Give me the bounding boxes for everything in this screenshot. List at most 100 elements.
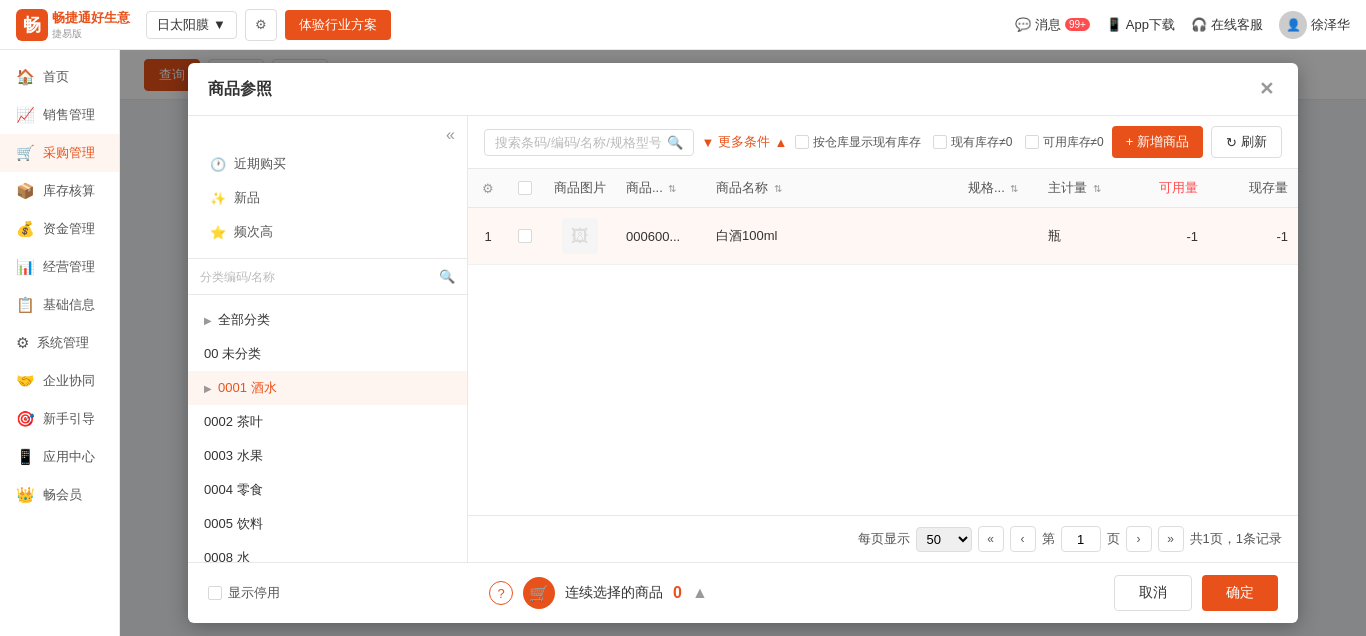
inventory-icon: 📦 [16,182,35,200]
category-search-input[interactable] [200,270,433,284]
nav-selector[interactable]: 日太阳膜 ▼ [146,11,237,39]
category-search-icon[interactable]: 🔍 [439,269,455,284]
prev-page-button[interactable]: ‹ [1010,526,1036,552]
category-0004-snack[interactable]: 0004 零食 [188,473,467,507]
checkbox-avail-ne0[interactable]: 可用库存≠0 [1025,134,1104,151]
next-page-button[interactable]: › [1126,526,1152,552]
category-0002-tea[interactable]: 0002 茶叶 [188,405,467,439]
search-input-wrap: 🔍 [484,129,694,156]
sidebar-item-purchase[interactable]: 🛒 采购管理 [0,134,119,172]
last-page-button[interactable]: » [1158,526,1184,552]
product-table: ⚙ 商品图片 商品... ⇅ [468,169,1298,265]
category-00-uncategorized[interactable]: 00 未分类 [188,337,467,371]
sidebar-item-system[interactable]: ⚙ 系统管理 [0,324,119,362]
help-icon[interactable]: ? [489,581,513,605]
sort-code-icon: ⇅ [668,183,676,194]
nav-right: 💬 消息 99+ 📱 App下载 🎧 在线客服 👤 徐泽华 [1015,11,1350,39]
sidebar-item-inventory[interactable]: 📦 库存核算 [0,172,119,210]
category-0005-drink[interactable]: 0005 饮料 [188,507,467,541]
category-0001-liquor[interactable]: ▶ 0001 酒水 [188,371,467,405]
sidebar-item-apps[interactable]: 📱 应用中心 [0,438,119,476]
footer-actions: 取消 确定 [1114,575,1278,611]
checkbox-stock-ne0[interactable]: 现有库存≠0 [933,134,1012,151]
member-icon: 👑 [16,486,35,504]
sidebar: 🏠 首页 📈 销售管理 🛒 采购管理 📦 库存核算 💰 资金管理 📊 经营管理 … [0,50,120,636]
row-checkbox-cell[interactable] [508,208,544,265]
row-img-cell: 🖼 [544,208,616,265]
selected-label: 连续选择的商品 [565,584,663,602]
category-0003-fruit[interactable]: 0003 水果 [188,439,467,473]
cb-warehouse-box[interactable] [795,135,809,149]
messages-button[interactable]: 💬 消息 99+ [1015,16,1090,34]
filter-checkboxes: 按仓库显示现有库存 现有库存≠0 可用库存≠0 [795,134,1104,151]
new-product-filter[interactable]: ✨ 新品 [200,182,455,214]
recent-icon: 🕐 [210,157,226,172]
sort-unit-icon: ⇅ [1093,183,1101,194]
high-frequency-filter[interactable]: ⭐ 频次高 [200,216,455,248]
refresh-button[interactable]: ↻ 刷新 [1211,126,1282,158]
app-download-button[interactable]: 📱 App下载 [1106,16,1175,34]
col-header-spec[interactable]: 规格... ⇅ [958,169,1038,208]
col-header-available: 可用量 [1118,169,1208,208]
modal-body: « 🕐 近期购买 ✨ 新品 [188,116,1298,562]
confirm-button[interactable]: 确定 [1202,575,1278,611]
sidebar-item-home[interactable]: 🏠 首页 [0,58,119,96]
col-header-name[interactable]: 商品名称 ⇅ [706,169,958,208]
row-spec [958,208,1038,265]
online-service-button[interactable]: 🎧 在线客服 [1191,16,1263,34]
left-panel: « 🕐 近期购买 ✨ 新品 [188,116,468,562]
show-disabled-checkbox[interactable] [208,586,222,600]
collab-icon: 🤝 [16,372,35,390]
row-checkbox[interactable] [518,229,532,243]
col-header-unit[interactable]: 主计量 ⇅ [1038,169,1118,208]
cancel-button[interactable]: 取消 [1114,575,1192,611]
collapse-footer-icon[interactable]: ▲ [692,584,708,602]
page-prefix-label: 第 [1042,530,1055,548]
sidebar-item-base-info[interactable]: 📋 基础信息 [0,286,119,324]
quick-filter-section: « 🕐 近期购买 ✨ 新品 [188,116,467,259]
page-number-input[interactable] [1061,526,1101,552]
selected-count: 0 [673,584,682,602]
product-search-input[interactable] [495,135,661,150]
row-unit: 瓶 [1038,208,1118,265]
category-list: ▶ 全部分类 00 未分类 ▶ 0001 酒水 0002 茶 [188,295,467,562]
logo-text: 畅捷通好生意 捷易版 [52,9,130,41]
guide-icon: 🎯 [16,410,35,428]
logo-icon: 畅 [16,9,48,41]
avatar: 👤 [1279,11,1307,39]
show-disabled-toggle[interactable]: 显示停用 [208,584,280,602]
collapse-left-button[interactable]: « [446,126,455,144]
sidebar-item-collab[interactable]: 🤝 企业协同 [0,362,119,400]
category-all[interactable]: ▶ 全部分类 [188,303,467,337]
first-page-button[interactable]: « [978,526,1004,552]
message-icon: 💬 [1015,17,1031,32]
col-header-code[interactable]: 商品... ⇅ [616,169,706,208]
add-product-button[interactable]: + 新增商品 [1112,126,1203,158]
table-settings-icon[interactable]: ⚙ [482,181,494,196]
sidebar-item-sales[interactable]: 📈 销售管理 [0,96,119,134]
select-all-checkbox[interactable] [518,181,532,195]
sidebar-item-member[interactable]: 👑 畅会员 [0,476,119,514]
per-page-select[interactable]: 50 100 200 [916,527,972,552]
cb-avail-ne0-box[interactable] [1025,135,1039,149]
sidebar-item-guide[interactable]: 🎯 新手引导 [0,400,119,438]
try-industry-button[interactable]: 体验行业方案 [285,10,391,40]
top-nav: 畅 畅捷通好生意 捷易版 日太阳膜 ▼ ⚙ 体验行业方案 💬 消息 99+ 📱 … [0,0,1366,50]
cb-stock-ne0-box[interactable] [933,135,947,149]
more-filter-button[interactable]: ▼ 更多条件 ▲ [702,133,788,151]
new-icon: ✨ [210,191,226,206]
recent-purchase-filter[interactable]: 🕐 近期购买 [200,148,455,180]
filter-up-icon: ▲ [774,135,787,150]
cart-icon[interactable]: 🛒 [523,577,555,609]
user-profile[interactable]: 👤 徐泽华 [1279,11,1350,39]
table-row[interactable]: 1 🖼 [468,208,1298,265]
modal-header: 商品参照 ✕ [188,63,1298,116]
settings-gear-icon[interactable]: ⚙ [245,9,277,41]
sidebar-item-finance[interactable]: 💰 资金管理 [0,210,119,248]
checkbox-warehouse-stock[interactable]: 按仓库显示现有库存 [795,134,921,151]
modal-close-button[interactable]: ✕ [1254,77,1278,101]
row-name: 白酒100ml [706,208,958,265]
search-icon[interactable]: 🔍 [667,135,683,150]
sidebar-item-operations[interactable]: 📊 经营管理 [0,248,119,286]
category-0008-water[interactable]: 0008 水 [188,541,467,562]
